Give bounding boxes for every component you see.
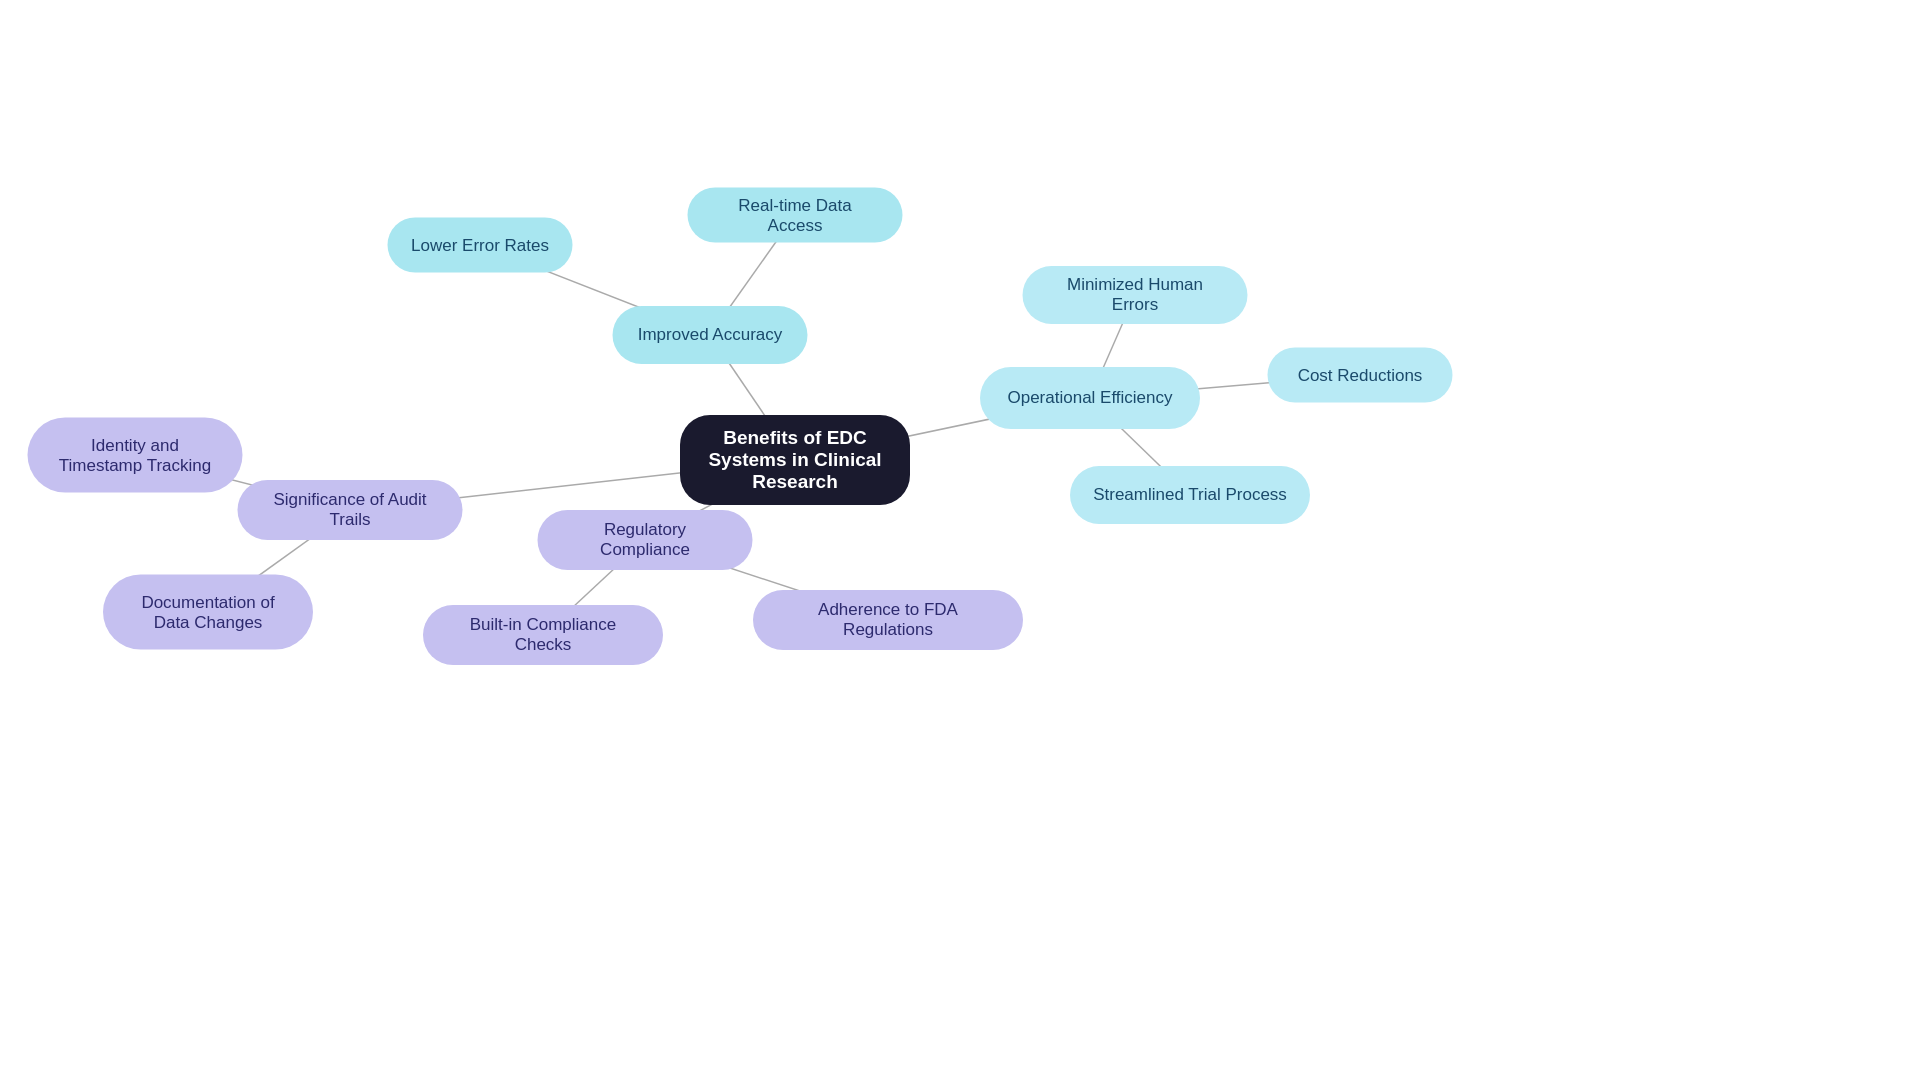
node-builtin-compliance: Built-in Compliance Checks [423,605,663,665]
node-label: Streamlined Trial Process [1093,485,1287,505]
node-minimized-errors: Minimized Human Errors [1023,266,1248,324]
node-label: Operational Efficiency [1007,388,1172,408]
node-label: Regulatory Compliance [560,520,731,560]
node-significance-audit: Significance of Audit Trails [238,480,463,540]
node-identity-timestamp: Identity and Timestamp Tracking [28,418,243,493]
node-label: Cost Reductions [1298,365,1423,385]
node-label: Lower Error Rates [411,235,549,255]
center-node: Benefits of EDC Systems in Clinical Rese… [680,415,910,505]
node-realtime-data: Real-time Data Access [688,188,903,243]
node-documentation-data: Documentation of Data Changes [103,575,313,650]
node-label: Documentation of Data Changes [125,592,291,632]
center-node-label: Benefits of EDC Systems in Clinical Rese… [702,427,888,493]
node-regulatory-compliance: Regulatory Compliance [538,510,753,570]
node-cost-reductions: Cost Reductions [1268,348,1453,403]
node-label: Adherence to FDA Regulations [775,600,1001,640]
node-operational-efficiency: Operational Efficiency [980,367,1200,429]
node-label: Identity and Timestamp Tracking [50,435,221,475]
node-label: Significance of Audit Trails [260,490,441,530]
node-improved-accuracy: Improved Accuracy [613,306,808,364]
node-label: Improved Accuracy [638,325,783,345]
node-lower-error-rates: Lower Error Rates [388,218,573,273]
connections-layer [0,0,1920,1083]
node-streamlined-trial: Streamlined Trial Process [1070,466,1310,524]
node-label: Real-time Data Access [710,195,881,235]
node-label: Minimized Human Errors [1045,275,1226,315]
node-label: Built-in Compliance Checks [445,615,641,655]
mind-map-canvas: Benefits of EDC Systems in Clinical Rese… [0,0,1920,1083]
node-fda-adherence: Adherence to FDA Regulations [753,590,1023,650]
